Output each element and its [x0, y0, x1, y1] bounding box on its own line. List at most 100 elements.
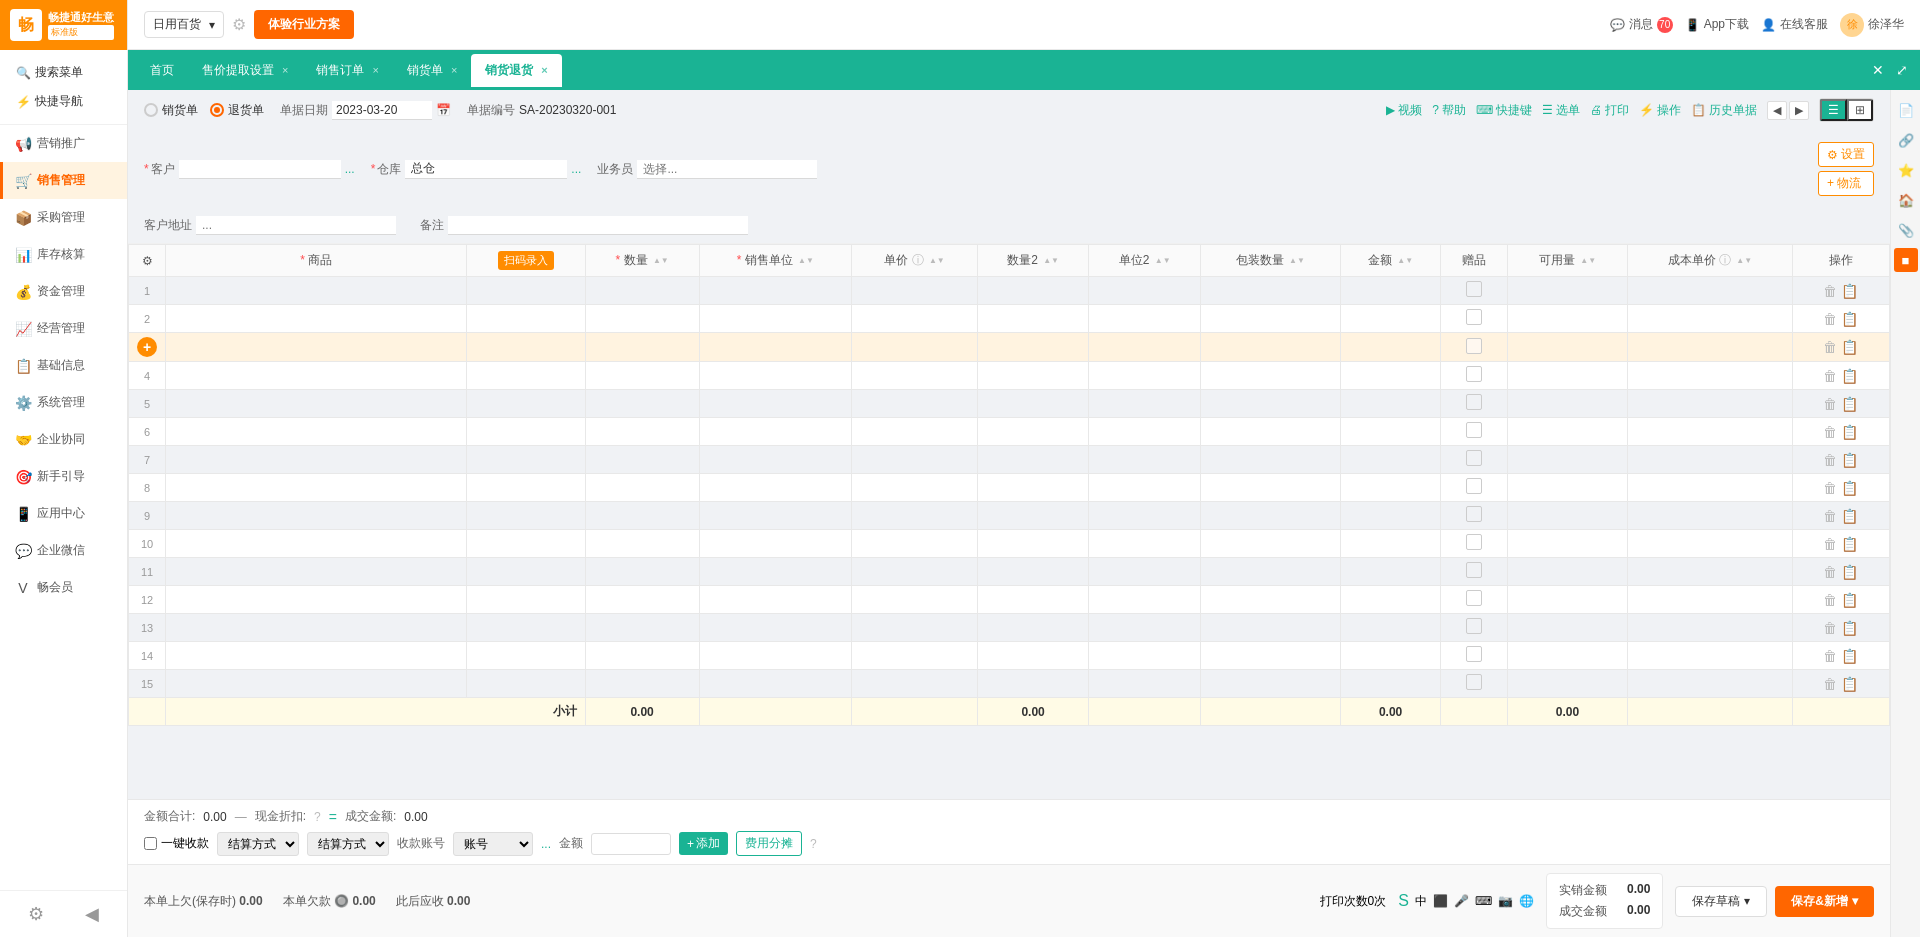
delete-row-7-btn[interactable]: 🗑: [1823, 452, 1837, 468]
save-new-btn[interactable]: 保存&新增 ▾: [1775, 886, 1874, 917]
help-btn[interactable]: ? 帮助: [1432, 102, 1466, 119]
message-group[interactable]: 💬 消息 70: [1610, 16, 1673, 33]
quick-nav-item[interactable]: ⚡ 快捷导航: [8, 87, 119, 116]
exp-btn[interactable]: 体验行业方案: [254, 10, 354, 39]
th-cost-price[interactable]: 成本单价 ⓘ ▲▼: [1628, 245, 1793, 277]
account-select[interactable]: 账号: [453, 832, 533, 856]
gift-check-2[interactable]: [1466, 309, 1482, 325]
sidebar-item-operations[interactable]: 📈 经营管理: [0, 310, 127, 347]
gift-check-11[interactable]: [1466, 562, 1482, 578]
delete-row-8-btn[interactable]: 🗑: [1823, 480, 1837, 496]
copy-row-2-btn[interactable]: 📋: [1841, 311, 1858, 327]
close-all-tabs-btn[interactable]: ✕: [1868, 60, 1888, 80]
copy-row-9-btn[interactable]: 📋: [1841, 508, 1858, 524]
sidebar-item-system[interactable]: ⚙️ 系统管理: [0, 384, 127, 421]
select-btn[interactable]: ☰ 选单: [1542, 102, 1580, 119]
delete-row-14-btn[interactable]: 🗑: [1823, 648, 1837, 664]
th-available[interactable]: 可用量 ▲▼: [1507, 245, 1627, 277]
rs-icon-link[interactable]: 🔗: [1894, 128, 1918, 152]
copy-row-6-btn[interactable]: 📋: [1841, 424, 1858, 440]
tab-sales-delivery[interactable]: 销货单 ×: [393, 54, 471, 87]
gift-check-8[interactable]: [1466, 478, 1482, 494]
th-gift[interactable]: 赠品: [1441, 245, 1507, 277]
payment-ellipsis-btn[interactable]: ...: [541, 837, 551, 851]
delete-row-6-btn[interactable]: 🗑: [1823, 424, 1837, 440]
tab-price-settings[interactable]: 售价提取设置 ×: [188, 54, 302, 87]
gift-check-4[interactable]: [1466, 366, 1482, 382]
search-menu-item[interactable]: 🔍 搜索菜单: [8, 58, 119, 87]
gift-check-14[interactable]: [1466, 646, 1482, 662]
copy-row-10-btn[interactable]: 📋: [1841, 536, 1858, 552]
sidebar-item-finance[interactable]: 💰 资金管理: [0, 273, 127, 310]
calendar-icon[interactable]: 📅: [436, 103, 451, 117]
gift-check-10[interactable]: [1466, 534, 1482, 550]
copy-row-13-btn[interactable]: 📋: [1841, 620, 1858, 636]
gift-check-12[interactable]: [1466, 590, 1482, 606]
th-qty2[interactable]: 数量2 ▲▼: [977, 245, 1089, 277]
gift-check-1[interactable]: [1466, 281, 1482, 297]
sidebar-settings-btn[interactable]: ⚙: [20, 899, 52, 929]
sidebar-item-basic[interactable]: 📋 基础信息: [0, 347, 127, 384]
tab-close-sales-return[interactable]: ×: [541, 64, 547, 76]
video-btn[interactable]: ▶ 视频: [1386, 102, 1422, 119]
user-group[interactable]: 徐 徐泽华: [1840, 13, 1904, 37]
print-btn[interactable]: 🖨 打印: [1590, 102, 1629, 119]
tab-home[interactable]: 首页: [136, 54, 188, 87]
th-product[interactable]: * 商品: [166, 245, 467, 277]
warehouse-input[interactable]: [405, 160, 567, 179]
delete-row-11-btn[interactable]: 🗑: [1823, 564, 1837, 580]
add-row-btn[interactable]: +: [137, 337, 157, 357]
radio-return[interactable]: 退货单: [210, 102, 264, 119]
delete-row-15-btn[interactable]: 🗑: [1823, 676, 1837, 692]
split-expense-btn[interactable]: 费用分摊: [736, 831, 802, 856]
copy-row-4-btn[interactable]: 📋: [1841, 368, 1858, 384]
unit-sort-icon[interactable]: ▲▼: [798, 256, 814, 265]
salesperson-input[interactable]: [637, 160, 817, 179]
next-btn[interactable]: ▶: [1789, 101, 1809, 120]
price-sort-icon[interactable]: ▲▼: [929, 256, 945, 265]
copy-row-3-btn[interactable]: 📋: [1841, 339, 1858, 355]
daily-select[interactable]: 日用百货 ▾: [144, 11, 224, 38]
th-settings[interactable]: ⚙: [129, 245, 166, 277]
sidebar-item-member[interactable]: V 畅会员: [0, 569, 127, 606]
delete-row-3-btn[interactable]: 🗑: [1823, 339, 1837, 355]
copy-row-1-btn[interactable]: 📋: [1841, 283, 1858, 299]
tab-sales-return[interactable]: 销货退货 ×: [471, 54, 561, 87]
settle-method-select2[interactable]: 结算方式: [307, 832, 389, 856]
gift-check-3[interactable]: [1466, 338, 1482, 354]
copy-row-7-btn[interactable]: 📋: [1841, 452, 1858, 468]
rs-icon-home[interactable]: 🏠: [1894, 188, 1918, 212]
copy-row-8-btn[interactable]: 📋: [1841, 480, 1858, 496]
prev-btn[interactable]: ◀: [1767, 101, 1787, 120]
avail-sort-icon[interactable]: ▲▼: [1580, 256, 1596, 265]
gift-check-13[interactable]: [1466, 618, 1482, 634]
copy-row-11-btn[interactable]: 📋: [1841, 564, 1858, 580]
pack-sort-icon[interactable]: ▲▼: [1289, 256, 1305, 265]
sidebar-item-sales[interactable]: 🛒 销售管理: [0, 162, 127, 199]
shortcut-btn[interactable]: ⌨ 快捷键: [1476, 102, 1532, 119]
delete-row-13-btn[interactable]: 🗑: [1823, 620, 1837, 636]
help-circle-icon[interactable]: ?: [314, 810, 321, 824]
rs-icon-clip[interactable]: 📎: [1894, 218, 1918, 242]
date-input[interactable]: [332, 101, 432, 120]
delete-row-12-btn[interactable]: 🗑: [1823, 592, 1837, 608]
list-view-btn[interactable]: ☰: [1820, 99, 1847, 121]
operate-btn[interactable]: ⚡ 操作: [1639, 102, 1681, 119]
sidebar-collapse-btn[interactable]: ◀: [77, 899, 107, 929]
sidebar-item-purchase[interactable]: 📦 采购管理: [0, 199, 127, 236]
rs-icon-active[interactable]: ■: [1894, 248, 1918, 272]
delete-row-9-btn[interactable]: 🗑: [1823, 508, 1837, 524]
amount-input[interactable]: [591, 833, 671, 855]
tab-sales-order[interactable]: 销售订单 ×: [302, 54, 392, 87]
qty-sort-icon[interactable]: ▲▼: [653, 256, 669, 265]
gift-check-5[interactable]: [1466, 394, 1482, 410]
cost-sort-icon[interactable]: ▲▼: [1736, 256, 1752, 265]
th-pack-qty[interactable]: 包装数量 ▲▼: [1201, 245, 1341, 277]
sidebar-item-wechat[interactable]: 💬 企业微信: [0, 532, 127, 569]
th-scan[interactable]: 扫码录入: [467, 245, 585, 277]
settings-btn[interactable]: ⚙ 设置: [1818, 142, 1874, 167]
delete-row-5-btn[interactable]: 🗑: [1823, 396, 1837, 412]
th-amount[interactable]: 金额 ▲▼: [1340, 245, 1441, 277]
one-click-payment-label[interactable]: 一键收款: [144, 835, 209, 852]
sidebar-item-guide[interactable]: 🎯 新手引导: [0, 458, 127, 495]
